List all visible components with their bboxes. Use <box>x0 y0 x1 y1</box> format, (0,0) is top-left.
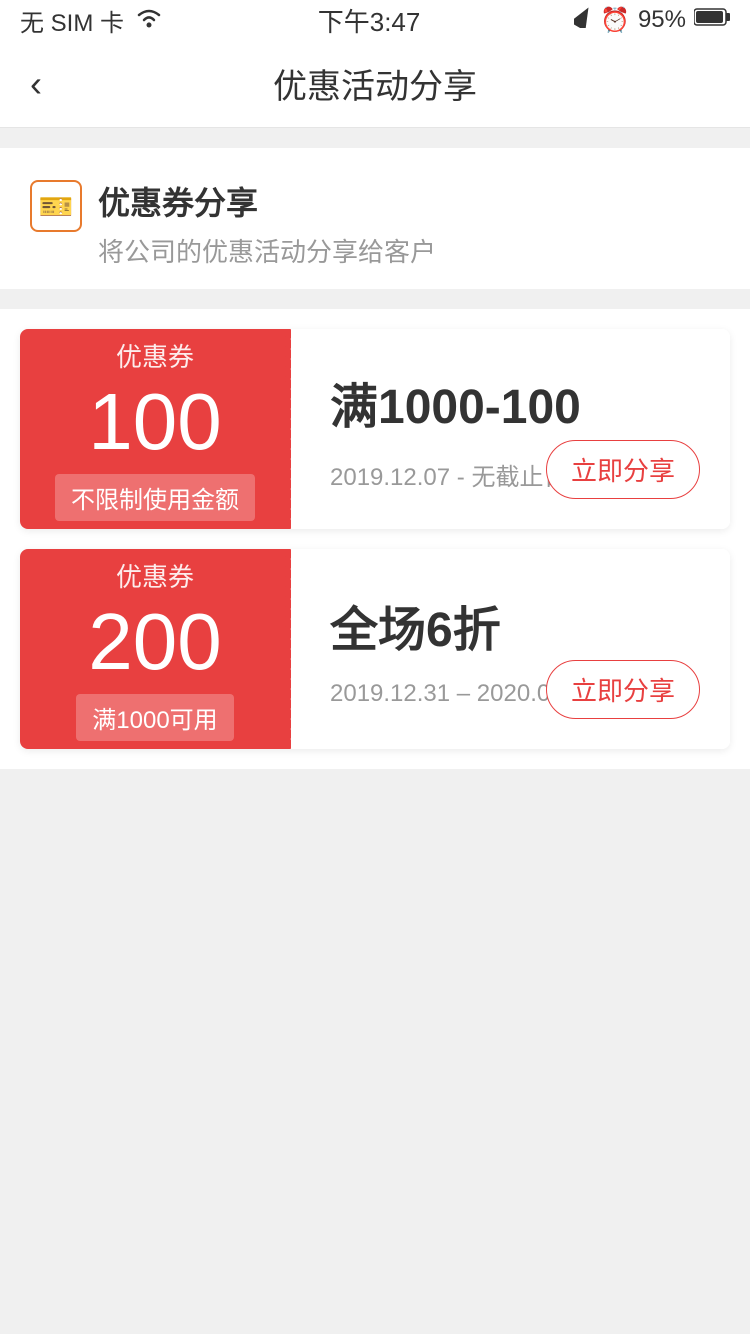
coupon-name-1: 满1000-100 <box>330 367 700 437</box>
coupon-left-1: 优惠券 100 不限制使用金额 <box>20 329 290 529</box>
coupon-condition-1: 不限制使用金额 <box>55 474 255 521</box>
coupon-amount-2: 200 <box>88 602 221 682</box>
coupon-label-1: 优惠券 <box>116 337 194 374</box>
coupon-condition-2: 满1000可用 <box>76 694 233 741</box>
share-button-2[interactable]: 立即分享 <box>546 660 700 719</box>
wifi-icon <box>134 6 164 35</box>
alarm-icon: ⏰ <box>600 6 630 35</box>
coupon-name-2: 全场6折 <box>330 590 700 660</box>
coupon-card-2: 优惠券 200 满1000可用 全场6折 2019.12.31 – 2020.0… <box>20 549 730 749</box>
coupon-right-2: 全场6折 2019.12.31 – 2020.01.07 立即分享 <box>290 549 730 749</box>
back-button[interactable]: ‹ <box>30 63 42 105</box>
coupon-card-1: 优惠券 100 不限制使用金额 满1000-100 2019.12.07 - 无… <box>20 329 730 529</box>
status-bar: 无 SIM 卡 下午3:47 ⏰ 95% <box>0 0 750 40</box>
section-header: 🎫 优惠券分享 将公司的优惠活动分享给客户 <box>0 148 750 289</box>
share-button-1[interactable]: 立即分享 <box>546 440 700 499</box>
section-text: 优惠券分享 将公司的优惠活动分享给客户 <box>98 178 436 269</box>
nav-bar: ‹ 优惠活动分享 <box>0 40 750 128</box>
page-title: 优惠活动分享 <box>273 59 477 108</box>
coupon-amount-1: 100 <box>88 382 221 462</box>
coupon-icon: 🎫 <box>39 190 74 223</box>
section-subtitle: 将公司的优惠活动分享给客户 <box>98 232 436 269</box>
location-icon <box>574 6 592 35</box>
sim-label: 无 SIM 卡 <box>20 3 124 38</box>
coupon-right-1: 满1000-100 2019.12.07 - 无截止日期 立即分享 <box>290 329 730 529</box>
battery-icon <box>694 6 730 34</box>
scallop-edge-2 <box>277 549 291 749</box>
section-title: 优惠券分享 <box>98 178 436 224</box>
coupon-list: 优惠券 100 不限制使用金额 满1000-100 2019.12.07 - 无… <box>0 309 750 769</box>
coupon-label-2: 优惠券 <box>116 557 194 594</box>
status-time: 下午3:47 <box>318 2 421 39</box>
section-icon-box: 🎫 <box>30 180 82 232</box>
status-left: 无 SIM 卡 <box>20 3 164 38</box>
coupon-left-2: 优惠券 200 满1000可用 <box>20 549 290 749</box>
status-right: ⏰ 95% <box>574 6 730 35</box>
scallop-edge-1 <box>277 329 291 529</box>
battery-percent: 95% <box>638 6 686 34</box>
